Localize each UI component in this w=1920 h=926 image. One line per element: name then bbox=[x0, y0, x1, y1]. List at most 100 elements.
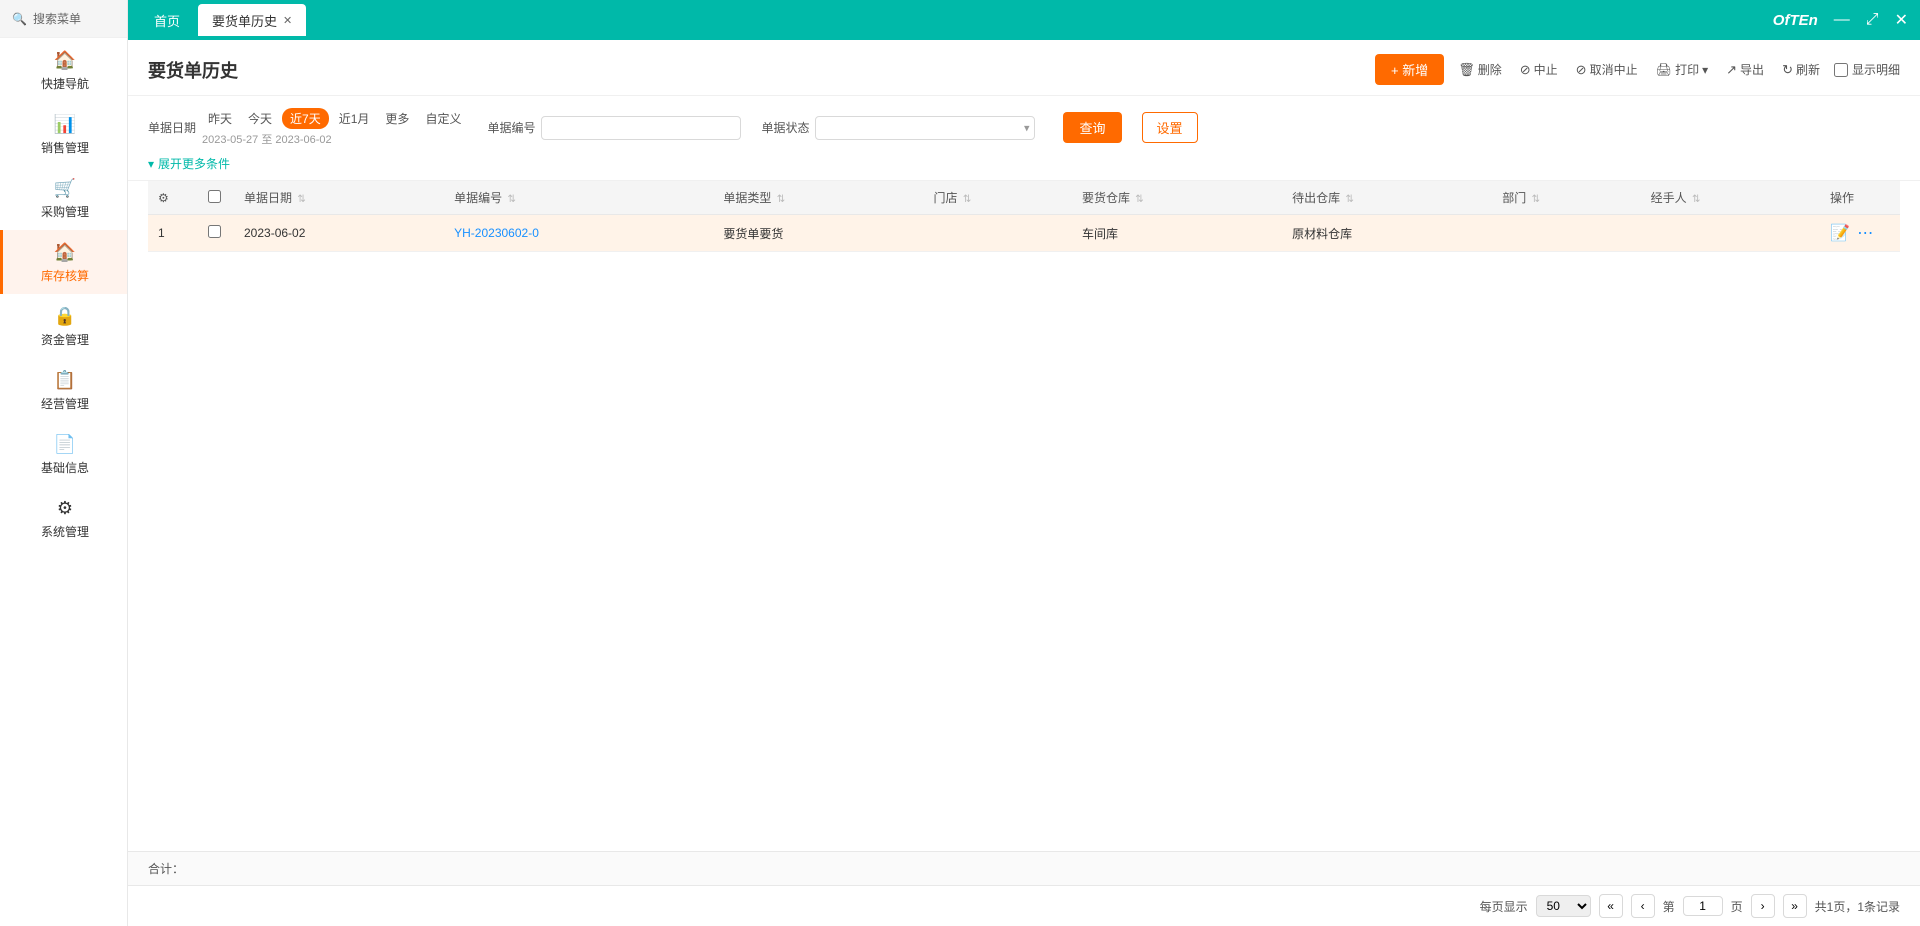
sidebar-item-label: 资金管理 bbox=[41, 331, 89, 348]
order-no-link[interactable]: YH-20230602-0 bbox=[454, 226, 539, 240]
select-all-checkbox[interactable] bbox=[208, 190, 221, 203]
filter-status: 单据状态 bbox=[761, 116, 1035, 140]
sidebar-item-label: 经营管理 bbox=[41, 395, 89, 412]
cell-date: 2023-06-02 bbox=[234, 215, 444, 252]
filter-area: 单据日期 昨天 今天 近7天 近1月 更多 自定义 2023-05-27 至 2… bbox=[128, 96, 1920, 181]
close-icon[interactable]: ✕ bbox=[1895, 10, 1908, 30]
filter-status-select[interactable] bbox=[815, 116, 1035, 140]
chart-icon: 📊 bbox=[54, 114, 76, 135]
filter-date-label: 单据日期 bbox=[148, 119, 196, 136]
setting-button[interactable]: 设置 bbox=[1142, 112, 1198, 143]
brand-label: OfTEn bbox=[1773, 12, 1818, 29]
sidebar-item-operations[interactable]: 📋 经营管理 bbox=[0, 358, 127, 422]
sidebar-item-finance[interactable]: 🔒 资金管理 bbox=[0, 294, 127, 358]
page-label2: 页 bbox=[1731, 898, 1743, 915]
display-detail-checkbox[interactable] bbox=[1834, 63, 1848, 77]
date-btn-1month[interactable]: 近1月 bbox=[333, 108, 376, 129]
sidebar-search-label: 搜索菜单 bbox=[33, 10, 81, 27]
th-check bbox=[198, 181, 234, 215]
expand-more-btn[interactable]: ▾ 展开更多条件 bbox=[148, 155, 1900, 172]
th-store: 门店 ⇅ bbox=[924, 181, 1072, 215]
sidebar-item-label: 基础信息 bbox=[41, 459, 89, 476]
tab-close-icon[interactable]: ✕ bbox=[283, 14, 292, 27]
filter-row: 单据日期 昨天 今天 近7天 近1月 更多 自定义 2023-05-27 至 2… bbox=[148, 108, 1900, 147]
more-ops-icon[interactable]: ⋯ bbox=[1857, 225, 1873, 242]
sidebar-search[interactable]: 🔍 搜索菜单 bbox=[0, 0, 127, 38]
sidebar-item-quick-nav[interactable]: 🏠 快捷导航 bbox=[0, 38, 127, 102]
summary-label: 合计： bbox=[148, 860, 184, 877]
cell-department bbox=[1492, 215, 1640, 252]
table-body: 1 2023-06-02 YH-20230602-0 要货单要货 车间库 原材料… bbox=[148, 215, 1900, 252]
tab-requisition-history-label: 要货单历史 bbox=[212, 11, 277, 30]
next-page-button[interactable]: › bbox=[1751, 894, 1775, 918]
maximize-icon[interactable]: ⤢ bbox=[1866, 11, 1879, 29]
cancel-suspend-icon: ⊘ bbox=[1576, 62, 1587, 78]
data-table: ⚙ 单据日期 ⇅ 单据编号 ⇅ bbox=[148, 181, 1900, 252]
cell-num: 1 bbox=[148, 215, 198, 252]
refresh-button[interactable]: ↻ 刷新 bbox=[1778, 61, 1824, 78]
home-icon: 🏠 bbox=[54, 50, 76, 71]
cancel-suspend-button[interactable]: ⊘ 取消中止 bbox=[1572, 61, 1642, 78]
table-row: 1 2023-06-02 YH-20230602-0 要货单要货 车间库 原材料… bbox=[148, 215, 1900, 252]
cell-store bbox=[924, 215, 1072, 252]
suspend-button[interactable]: ⊘ 中止 bbox=[1516, 61, 1562, 78]
first-page-button[interactable]: « bbox=[1599, 894, 1623, 918]
filter-status-wrapper bbox=[815, 116, 1035, 140]
page-header: 要货单历史 + 新增 🗑 删除 ⊘ 中止 ⊘ 取消中止 🖨 打印 bbox=[128, 40, 1920, 96]
print-button[interactable]: 🖨 打印 ▾ bbox=[1652, 61, 1713, 78]
th-ops: 操作 bbox=[1820, 181, 1900, 215]
query-button[interactable]: 查询 bbox=[1063, 112, 1121, 143]
sidebar-item-inventory[interactable]: 🏠 库存核算 bbox=[0, 230, 127, 294]
filter-order-no-input[interactable] bbox=[541, 116, 741, 140]
refresh-icon: ↻ bbox=[1782, 62, 1793, 78]
date-btn-custom[interactable]: 自定义 bbox=[419, 108, 467, 129]
cell-check bbox=[198, 215, 234, 252]
doc-icon: 📄 bbox=[54, 434, 76, 455]
export-icon: ↗ bbox=[1726, 62, 1737, 78]
display-detail-toggle[interactable]: 显示明细 bbox=[1834, 61, 1900, 78]
date-btn-more[interactable]: 更多 bbox=[379, 108, 415, 129]
footer-summary: 合计： bbox=[128, 851, 1920, 885]
tab-home[interactable]: 首页 bbox=[140, 4, 194, 36]
last-page-button[interactable]: » bbox=[1783, 894, 1807, 918]
settings-icon[interactable]: ⚙ bbox=[158, 191, 169, 205]
sort-handler-icon: ⇅ bbox=[1692, 194, 1700, 205]
page-size-select[interactable]: 20 50 100 200 bbox=[1536, 895, 1591, 917]
gear-icon: ⚙ bbox=[57, 498, 73, 519]
th-req-warehouse: 要货仓库 ⇅ bbox=[1072, 181, 1282, 215]
lock-icon: 🔒 bbox=[54, 306, 76, 327]
delete-button[interactable]: 🗑 删除 bbox=[1454, 61, 1506, 78]
filter-date: 单据日期 昨天 今天 近7天 近1月 更多 自定义 2023-05-27 至 2… bbox=[148, 108, 467, 147]
sidebar-item-label: 采购管理 bbox=[41, 203, 89, 220]
tab-home-label: 首页 bbox=[154, 11, 180, 30]
filter-order-no-label: 单据编号 bbox=[487, 119, 535, 136]
main-area: 首页 要货单历史 ✕ OfTEn — ⤢ ✕ 要货单历史 + 新增 🗑 删除 bbox=[128, 0, 1920, 926]
operations-icon: 📋 bbox=[54, 370, 76, 391]
page-number-input[interactable] bbox=[1683, 896, 1723, 916]
topbar: 首页 要货单历史 ✕ OfTEn — ⤢ ✕ bbox=[128, 0, 1920, 40]
date-btn-group: 昨天 今天 近7天 近1月 更多 自定义 2023-05-27 至 2023-0… bbox=[202, 108, 467, 147]
sidebar-item-purchase[interactable]: 🛒 采购管理 bbox=[0, 166, 127, 230]
sidebar-item-system[interactable]: ⚙ 系统管理 bbox=[0, 486, 127, 550]
row-checkbox[interactable] bbox=[208, 225, 221, 238]
export-button[interactable]: ↗ 导出 bbox=[1722, 61, 1768, 78]
sort-department-icon: ⇅ bbox=[1532, 194, 1540, 205]
date-btn-yesterday[interactable]: 昨天 bbox=[202, 108, 238, 129]
date-btn-today[interactable]: 今天 bbox=[242, 108, 278, 129]
filter-status-label: 单据状态 bbox=[761, 119, 809, 136]
minimize-icon[interactable]: — bbox=[1834, 11, 1850, 29]
tab-requisition-history[interactable]: 要货单历史 ✕ bbox=[198, 4, 306, 36]
sidebar-item-sales[interactable]: 📊 销售管理 bbox=[0, 102, 127, 166]
date-btn-7days[interactable]: 近7天 bbox=[282, 108, 329, 129]
sort-req-warehouse-icon: ⇅ bbox=[1135, 194, 1143, 205]
prev-page-button[interactable]: ‹ bbox=[1631, 894, 1655, 918]
inventory-icon: 🏠 bbox=[54, 242, 76, 263]
table-header-row: ⚙ 单据日期 ⇅ 单据编号 ⇅ bbox=[148, 181, 1900, 215]
th-department: 部门 ⇅ bbox=[1492, 181, 1640, 215]
new-button[interactable]: + 新增 bbox=[1375, 54, 1444, 85]
pagination: 每页显示 20 50 100 200 « ‹ 第 页 › » 共1页，1条记录 bbox=[128, 885, 1920, 926]
th-order-no: 单据编号 ⇅ bbox=[444, 181, 713, 215]
sidebar-item-basic[interactable]: 📄 基础信息 bbox=[0, 422, 127, 486]
chevron-down-icon: ▾ bbox=[148, 157, 154, 171]
edit-icon[interactable]: 📝 bbox=[1830, 225, 1850, 242]
